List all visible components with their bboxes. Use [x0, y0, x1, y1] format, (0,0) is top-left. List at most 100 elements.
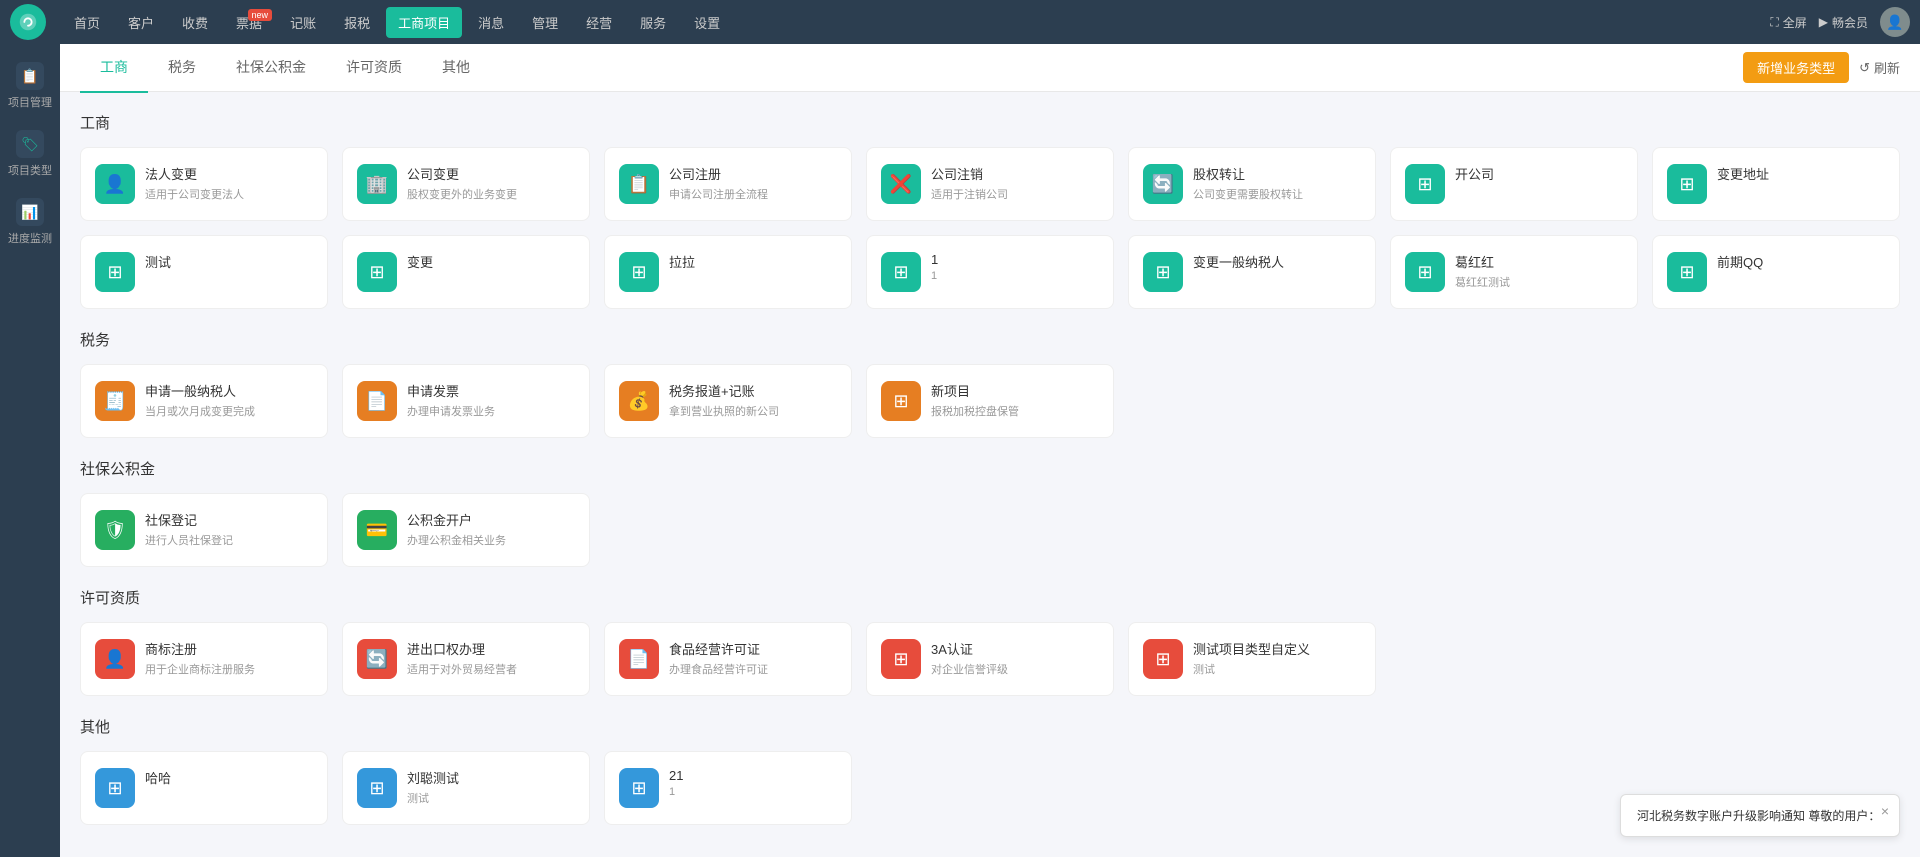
card-title-faren: 法人变更 [145, 164, 313, 183]
card-desc-gongsi-bg: 股权变更外的业务变更 [407, 186, 575, 202]
tab-actions: 新增业务类型 ↺ 刷新 [1743, 52, 1900, 83]
nav-manage[interactable]: 管理 [520, 7, 570, 38]
sidebar: 📋 项目管理 🏷 项目类型 📊 进度监测 [0, 44, 60, 857]
card-ceshi[interactable]: ⊞ 测试 [80, 235, 328, 309]
nav-right: ⛶ 全屏 ▶ 畅会员 👤 [1770, 7, 1910, 37]
card-gongsi-zhuxiao[interactable]: ❌ 公司注销 适用于注销公司 [866, 147, 1114, 221]
card-twentyone[interactable]: ⊞ 21 1 [604, 751, 852, 825]
card-desc-guquan: 公司变更需要股权转让 [1193, 186, 1361, 202]
card-title-ceshi-lb: 测试项目类型自定义 [1193, 639, 1361, 658]
card-icon-jinchukouquan: 🔄 [357, 639, 397, 679]
member-icon: ▶ [1819, 15, 1828, 29]
card-icon-guquan: 🔄 [1143, 164, 1183, 204]
card-ceshi-leibie[interactable]: ⊞ 测试项目类型自定义 测试 [1128, 622, 1376, 696]
nav-ticket[interactable]: 票据 new [224, 7, 274, 38]
section-title-xuke: 许可资质 [80, 587, 1900, 608]
card-shangbiao-zhuce[interactable]: 👤 商标注册 用于企业商标注册服务 [80, 622, 328, 696]
new-type-button[interactable]: 新增业务类型 [1743, 52, 1849, 83]
card-guquan-zhuanrang[interactable]: 🔄 股权转让 公司变更需要股权转让 [1128, 147, 1376, 221]
nav-items: 首页 客户 收费 票据 new 记账 报税 工商项目 消息 管理 经营 服务 设… [62, 7, 1770, 38]
section-title-shebao: 社保公积金 [80, 458, 1900, 479]
sidebar-item-project-type[interactable]: 🏷 项目类型 [4, 122, 56, 186]
notification-close-btn[interactable]: × [1881, 803, 1889, 819]
card-icon-gongsi-zc: 📋 [619, 164, 659, 204]
nav-bookkeeping[interactable]: 记账 [278, 7, 328, 38]
refresh-icon: ↺ [1859, 60, 1870, 76]
card-desc-baodao: 拿到营业执照的新公司 [669, 403, 837, 419]
card-gongsi-zhuce[interactable]: 📋 公司注册 申请公司注册全流程 [604, 147, 852, 221]
card-biangeng-nashui[interactable]: ⊞ 变更一般纳税人 [1128, 235, 1376, 309]
card-desc-ceshi-lb: 测试 [1193, 661, 1361, 677]
card-icon-nashui: ⊞ [1143, 252, 1183, 292]
nav-message[interactable]: 消息 [466, 7, 516, 38]
card-icon-shipin: 📄 [619, 639, 659, 679]
card-title-lala: 拉拉 [669, 252, 837, 271]
tab-qita[interactable]: 其他 [422, 44, 490, 93]
card-desc-gehonghong: 葛红红测试 [1455, 274, 1623, 290]
card-new-project[interactable]: ⊞ 新项目 报税加税控盘保管 [866, 364, 1114, 438]
card-icon-3a: ⊞ [881, 639, 921, 679]
nav-tax[interactable]: 报税 [332, 7, 382, 38]
card-title-shipin: 食品经营许可证 [669, 639, 837, 658]
card-icon-dizhi: ⊞ [1667, 164, 1707, 204]
card-gehonghong[interactable]: ⊞ 葛红红 葛红红测试 [1390, 235, 1638, 309]
card-lala[interactable]: ⊞ 拉拉 [604, 235, 852, 309]
card-liucong-ceshi[interactable]: ⊞ 刘聪测试 测试 [342, 751, 590, 825]
card-qianqi-qq[interactable]: ⊞ 前期QQ [1652, 235, 1900, 309]
card-icon-gongjijin: 💳 [357, 510, 397, 550]
card-shenqing-fapiao[interactable]: 📄 申请发票 办理申请发票业务 [342, 364, 590, 438]
member-btn[interactable]: ▶ 畅会员 [1819, 14, 1868, 31]
nav-settings[interactable]: 设置 [682, 7, 732, 38]
nav-service[interactable]: 服务 [628, 7, 678, 38]
top-nav: 首页 客户 收费 票据 new 记账 报税 工商项目 消息 管理 经营 服务 设… [0, 0, 1920, 44]
scroll-content: 工商 👤 法人变更 适用于公司变更法人 🏢 公司变更 股权变更外的业务变更 [60, 92, 1920, 857]
nav-fee[interactable]: 收费 [170, 7, 220, 38]
card-desc-fapiao: 办理申请发票业务 [407, 403, 575, 419]
refresh-button[interactable]: ↺ 刷新 [1859, 58, 1900, 77]
card-desc-new-project: 报税加税控盘保管 [931, 403, 1099, 419]
card-biangeng-dizhi[interactable]: ⊞ 变更地址 [1652, 147, 1900, 221]
nav-client[interactable]: 客户 [116, 7, 166, 38]
main-layout: 📋 项目管理 🏷 项目类型 📊 进度监测 工商 税务 社保公积金 许可资质 其他… [0, 44, 1920, 857]
nav-operation[interactable]: 经营 [574, 7, 624, 38]
card-icon-liucong: ⊞ [357, 768, 397, 808]
tab-gongshang[interactable]: 工商 [80, 44, 148, 93]
tab-shebao[interactable]: 社保公积金 [216, 44, 326, 93]
nav-business[interactable]: 工商项目 [386, 7, 462, 38]
card-title-jinchukouquan: 进出口权办理 [407, 639, 575, 658]
card-shebao-dengji[interactable]: 🛡 社保登记 进行人员社保登记 [80, 493, 328, 567]
card-faren-biangeng[interactable]: 👤 法人变更 适用于公司变更法人 [80, 147, 328, 221]
card-jinchukouquan[interactable]: 🔄 进出口权办理 适用于对外贸易经营者 [342, 622, 590, 696]
section-title-gongshang: 工商 [80, 112, 1900, 133]
card-title-qianqi: 前期QQ [1717, 252, 1885, 271]
sidebar-item-project-manage[interactable]: 📋 项目管理 [4, 54, 56, 118]
card-desc-shipin: 办理食品经营许可证 [669, 661, 837, 677]
sidebar-item-progress[interactable]: 📊 进度监测 [4, 190, 56, 254]
card-title-dizhi: 变更地址 [1717, 164, 1885, 183]
card-icon-gongsi-zx: ❌ [881, 164, 921, 204]
avatar[interactable]: 👤 [1880, 7, 1910, 37]
card-title-shebao: 社保登记 [145, 510, 313, 529]
card-kai-gongsi[interactable]: ⊞ 开公司 [1390, 147, 1638, 221]
card-gongjijin-kaihu[interactable]: 💳 公积金开户 办理公积金相关业务 [342, 493, 590, 567]
card-haha[interactable]: ⊞ 哈哈 [80, 751, 328, 825]
card-icon-baodao: 💰 [619, 381, 659, 421]
tab-shuiwu[interactable]: 税务 [148, 44, 216, 93]
card-shenqing-nashui[interactable]: 🧾 申请一般纳税人 当月或次月成变更完成 [80, 364, 328, 438]
card-shipin-xuke[interactable]: 📄 食品经营许可证 办理食品经营许可证 [604, 622, 852, 696]
card-gongsi-biangeng[interactable]: 🏢 公司变更 股权变更外的业务变更 [342, 147, 590, 221]
tab-bar: 工商 税务 社保公积金 许可资质 其他 新增业务类型 ↺ 刷新 [60, 44, 1920, 92]
card-shuiwu-baodao[interactable]: 💰 税务报道+记账 拿到营业执照的新公司 [604, 364, 852, 438]
nav-home[interactable]: 首页 [62, 7, 112, 38]
card-desc-gongsi-zx: 适用于注销公司 [931, 186, 1099, 202]
fullscreen-btn[interactable]: ⛶ 全屏 [1770, 14, 1806, 31]
logo[interactable] [10, 4, 46, 40]
card-3a-renzheng[interactable]: ⊞ 3A认证 对企业信誉评级 [866, 622, 1114, 696]
card-title-shenqing-nashui: 申请一般纳税人 [145, 381, 313, 400]
card-title-shangbiao: 商标注册 [145, 639, 313, 658]
card-one[interactable]: ⊞ 1 1 [866, 235, 1114, 309]
card-title-fapiao: 申请发票 [407, 381, 575, 400]
tab-xuke[interactable]: 许可资质 [326, 44, 422, 93]
card-title-nashui: 变更一般纳税人 [1193, 252, 1361, 271]
card-biangeng2[interactable]: ⊞ 变更 [342, 235, 590, 309]
